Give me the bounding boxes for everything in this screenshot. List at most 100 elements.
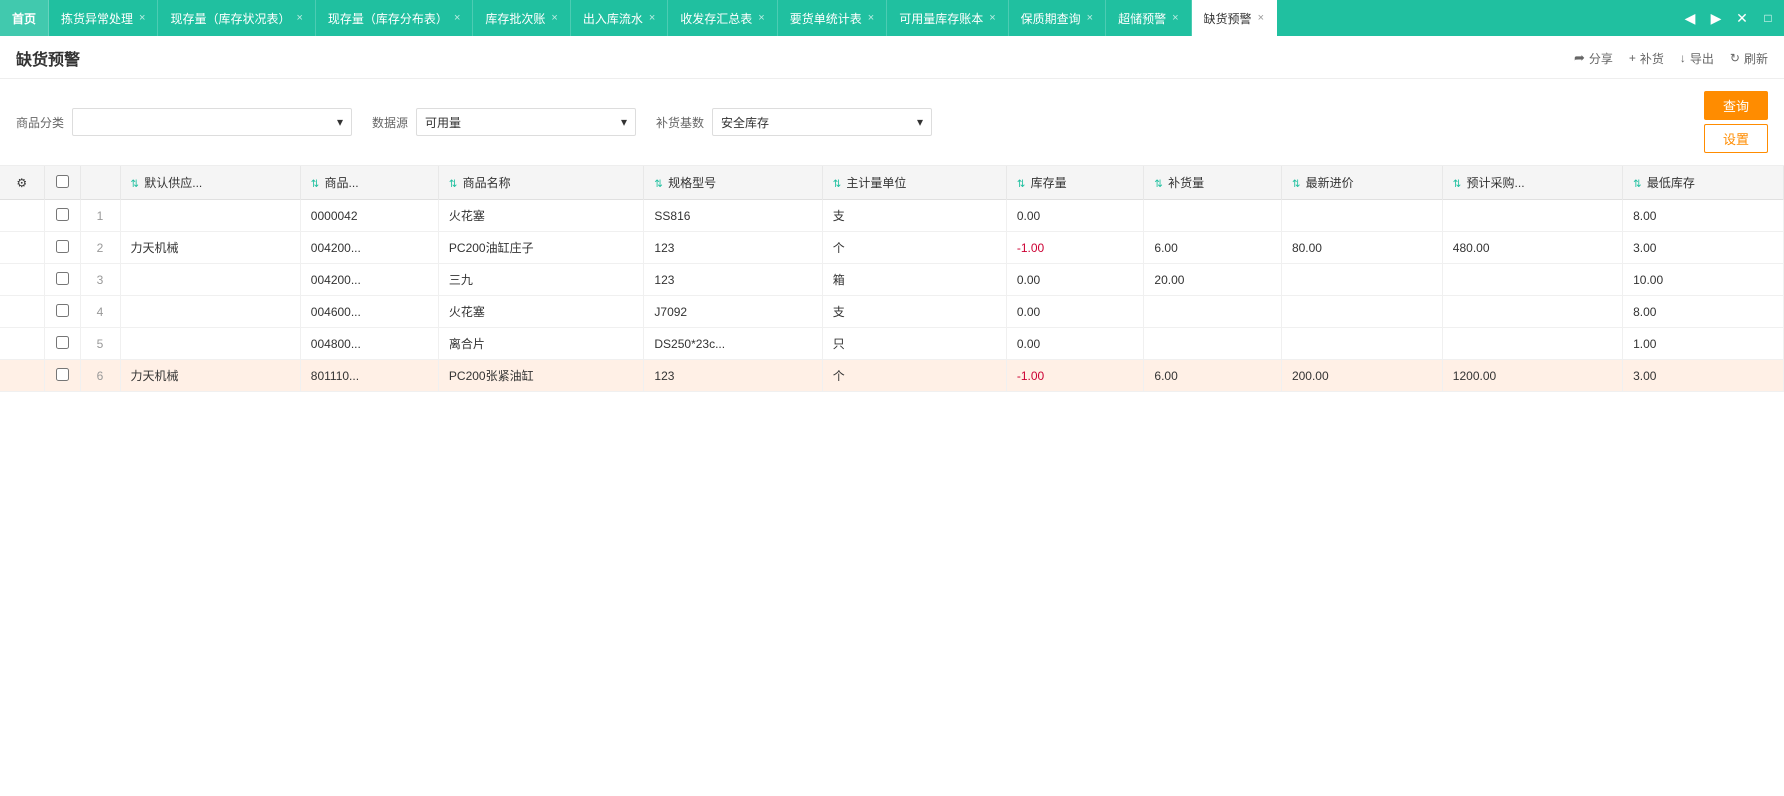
row-supplier-cell [120,328,300,360]
tab-item-overstock-warning[interactable]: 超储预警× [1106,0,1191,36]
sort-icon-unit[interactable]: ⇅ [833,179,841,190]
tab-close-recv-summary[interactable]: × [758,12,764,24]
sort-icon-product-name[interactable]: ⇅ [449,179,457,190]
export-icon: ↓ [1680,51,1686,65]
tab-item-inventory-status[interactable]: 现存量（库存状况表） × [158,0,315,36]
row-checkbox-1[interactable] [56,240,69,253]
tab-close-inventory-status[interactable]: × [296,12,302,24]
row-checkbox-4[interactable] [56,336,69,349]
tab-scroll-right[interactable]: ▶ [1704,6,1728,30]
row-product-code-cell: 004200... [300,232,438,264]
export-button[interactable]: ↓ 导出 [1680,50,1714,67]
row-replenish-cell [1144,328,1282,360]
tab-item-home[interactable]: 首页 [0,0,49,36]
gear-icon[interactable]: ⚙ [16,176,27,190]
row-stock-cell: -1.00 [1006,360,1144,392]
col-unit: ⇅ 主计量单位 [822,166,1006,200]
row-spec-cell: SS816 [644,200,822,232]
share-label: 分享 [1589,50,1613,67]
tab-close-exception[interactable]: × [139,12,145,24]
row-num-cell: 2 [80,232,120,264]
sort-icon-supplier[interactable]: ⇅ [131,179,139,190]
category-select[interactable]: ▾ [72,108,352,136]
tab-item-shortage-warning[interactable]: 缺货预警× [1192,0,1277,36]
tab-label-inventory-status: 现存量（库存状况表） [170,10,290,27]
col-product-name: ⇅ 商品名称 [438,166,643,200]
sort-icon-min-stock[interactable]: ⇅ [1633,179,1641,190]
row-spec-cell: J7092 [644,296,822,328]
tab-item-available-ledger[interactable]: 可用量库存账本× [887,0,1008,36]
tab-item-exception[interactable]: 拣货异常处理× [49,0,158,36]
row-product-code-cell: 004800... [300,328,438,360]
sort-icon-spec[interactable]: ⇅ [654,179,662,190]
row-unit-cell: 支 [822,200,1006,232]
replenish-button[interactable]: + 补货 [1629,50,1664,67]
row-stock-cell: -1.00 [1006,232,1144,264]
sort-icon-estimated-purchase[interactable]: ⇅ [1453,179,1461,190]
data-table: ⚙ ⇅ 默认供应... ⇅ 商品... ⇅ [0,166,1784,392]
tab-item-inventory-dist[interactable]: 现存量（库存分布表）× [316,0,473,36]
table-row: 4 004600... 火花塞 J7092 支 0.00 8.00 [0,296,1784,328]
row-latest-price-cell: 200.00 [1281,360,1442,392]
query-button[interactable]: 查询 [1704,91,1768,120]
row-unit-cell: 个 [822,360,1006,392]
row-spec-cell: DS250*23c... [644,328,822,360]
share-button[interactable]: ➦ 分享 [1574,50,1613,67]
col-stock-label: 库存量 [1031,176,1067,190]
row-checkbox-cell [44,264,80,296]
row-min-stock-cell: 3.00 [1623,360,1784,392]
refresh-label: 刷新 [1744,50,1768,67]
datasource-select[interactable]: 可用量 ▾ [416,108,636,136]
sort-icon-latest-price[interactable]: ⇅ [1292,179,1300,190]
tab-item-order-stats[interactable]: 要货单统计表 × [778,0,887,36]
row-supplier-cell [120,200,300,232]
tab-item-expiry-query[interactable]: 保质期查询× [1009,0,1106,36]
col-product-code-label: 商品... [325,176,359,190]
row-min-stock-cell: 10.00 [1623,264,1784,296]
tab-label-order-stats: 要货单统计表 [790,10,862,27]
select-all-checkbox[interactable] [56,175,69,188]
row-checkbox-0[interactable] [56,208,69,221]
tab-close-order-stats[interactable]: × [868,12,874,24]
row-checkbox-cell [44,360,80,392]
settings-button[interactable]: 设置 [1704,124,1768,153]
tab-item-in-out-flow[interactable]: 出入库流水× [571,0,668,36]
tab-restore[interactable]: □ [1756,6,1780,30]
tab-bar: 首页拣货异常处理×现存量（库存状况表）×现存量（库存分布表）×库存批次账×出入库… [0,0,1784,36]
sort-icon-replenish[interactable]: ⇅ [1154,179,1162,190]
row-checkbox-5[interactable] [56,368,69,381]
sort-icon-stock[interactable]: ⇅ [1017,179,1025,190]
tab-close-available-ledger[interactable]: × [989,12,995,24]
tab-close-expiry-query[interactable]: × [1087,12,1093,24]
row-latest-price-cell [1281,264,1442,296]
tab-close-all[interactable]: ✕ [1730,6,1754,30]
row-stock-cell: 0.00 [1006,200,1144,232]
refresh-button[interactable]: ↻ 刷新 [1730,50,1768,67]
row-stock-cell: 0.00 [1006,264,1144,296]
replenish-basis-select[interactable]: 安全库存 ▾ [712,108,932,136]
row-replenish-cell [1144,296,1282,328]
tab-close-batch-account[interactable]: × [551,12,557,24]
row-product-name-cell: 三九 [438,264,643,296]
sort-icon-product-code[interactable]: ⇅ [311,179,319,190]
tab-item-recv-summary[interactable]: 收发存汇总表× [668,0,777,36]
col-supplier-label: 默认供应... [144,176,202,190]
row-estimated-purchase-cell [1442,296,1622,328]
row-product-name-cell: PC200油缸庄子 [438,232,643,264]
tab-item-batch-account[interactable]: 库存批次账× [473,0,570,36]
tab-close-in-out-flow[interactable]: × [649,12,655,24]
table-header-row: ⚙ ⇅ 默认供应... ⇅ 商品... ⇅ [0,166,1784,200]
row-num-cell: 1 [80,200,120,232]
row-latest-price-cell: 80.00 [1281,232,1442,264]
filter-actions: 查询 设置 [1704,91,1768,153]
row-num-cell: 4 [80,296,120,328]
row-checkbox-2[interactable] [56,272,69,285]
replenish-label: 补货 [1640,50,1664,67]
row-checkbox-3[interactable] [56,304,69,317]
tab-scroll-left[interactable]: ◀ [1678,6,1702,30]
table-row: 3 004200... 三九 123 箱 0.00 20.00 10.00 [0,264,1784,296]
tab-close-overstock-warning[interactable]: × [1172,12,1178,24]
col-spec-label: 规格型号 [668,176,716,190]
tab-close-inventory-dist[interactable]: × [454,12,460,24]
tab-close-shortage-warning[interactable]: × [1258,12,1264,24]
